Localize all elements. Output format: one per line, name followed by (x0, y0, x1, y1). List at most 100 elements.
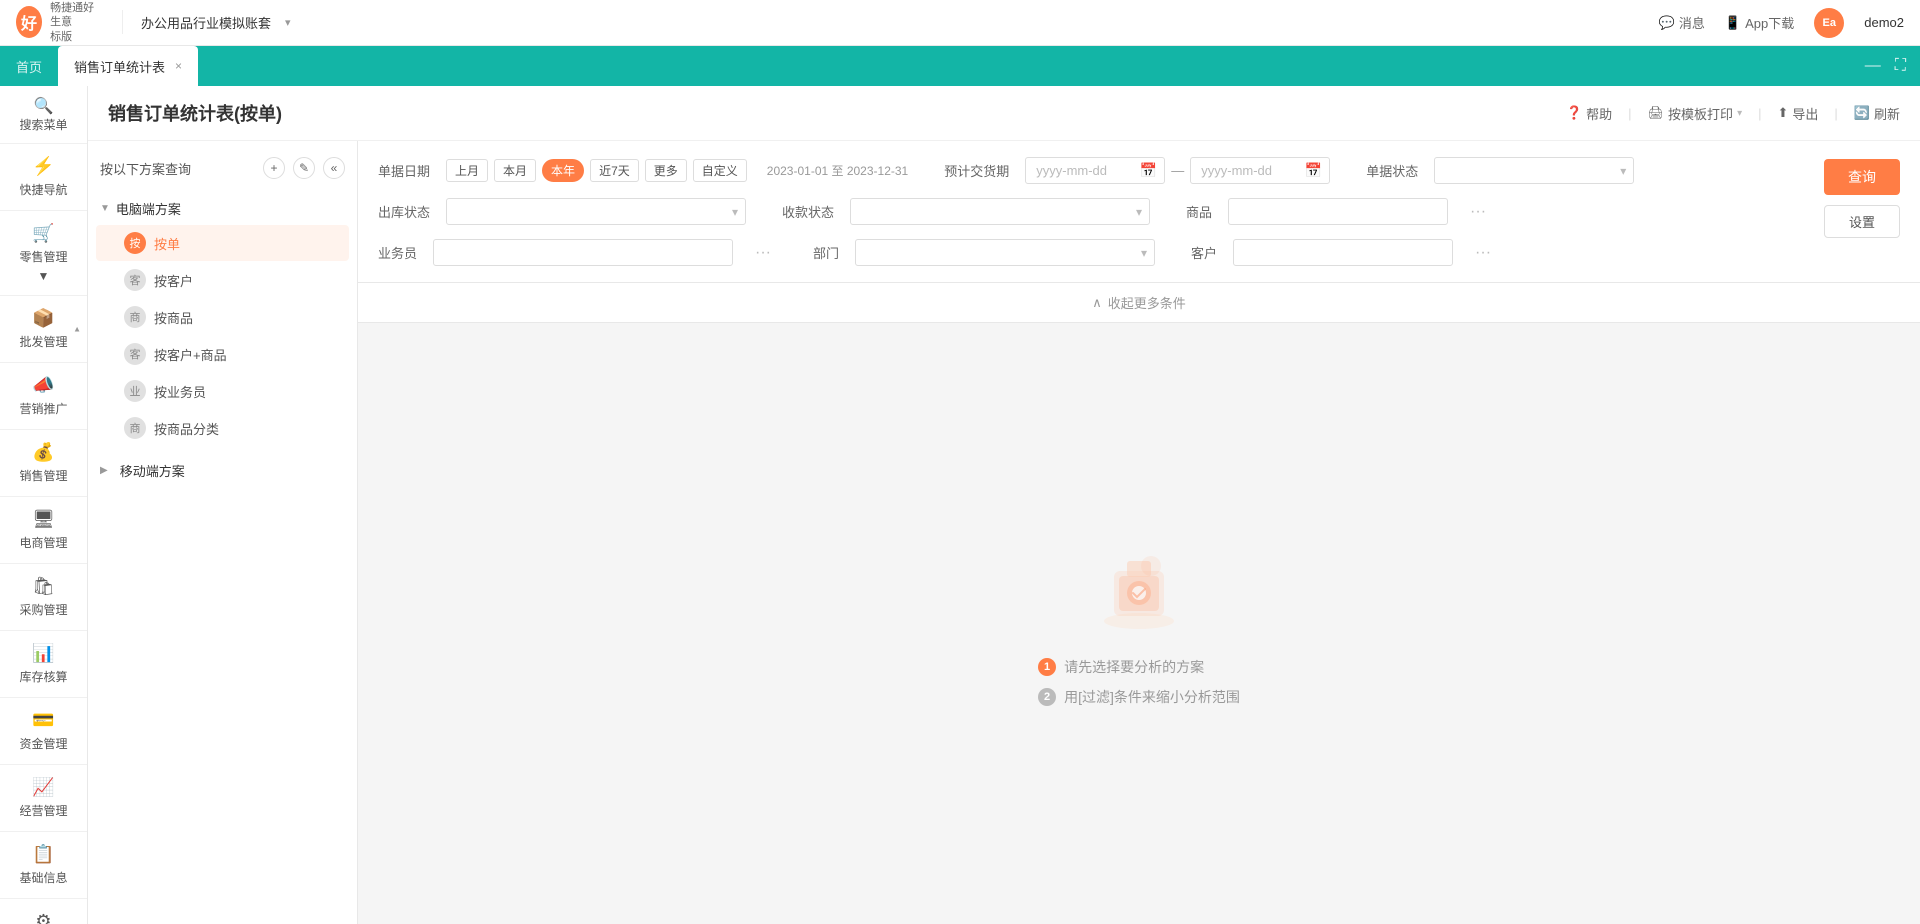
empty-tips: 1 请先选择要分析的方案 2 用[过滤]条件来缩小分析范围 (1038, 657, 1240, 707)
query-button[interactable]: 查询 (1824, 159, 1900, 195)
add-scheme-btn[interactable]: + (263, 157, 285, 179)
scheme-item-by-product[interactable]: 商 按商品 (96, 299, 349, 335)
sidebar-item-ecommerce[interactable]: 🖥 电商管理 (0, 497, 87, 564)
message-action[interactable]: 💬 消息 (1659, 13, 1705, 32)
print-btn[interactable]: 🖨 按模板打印 ▾ (1648, 104, 1743, 123)
tab-minimize-icon[interactable]: — (1861, 53, 1885, 79)
empty-tip-1: 1 请先选择要分析的方案 (1038, 657, 1240, 677)
sales-icon: 💰 (32, 442, 54, 463)
top-bar-right: 💬 消息 📱 App下载 Ea demo2 (1659, 8, 1904, 38)
tab-maximize-icon[interactable]: ⛶ (1891, 53, 1910, 79)
marketing-icon: 📣 (32, 375, 54, 396)
status-select[interactable] (1434, 157, 1634, 184)
customer-dots[interactable]: ··· (1469, 242, 1497, 264)
inventory-icon: 📊 (32, 643, 54, 664)
salesperson-input[interactable] (433, 239, 733, 266)
industry-dropdown-icon[interactable]: ▾ (285, 16, 291, 29)
empty-illustration (1089, 541, 1189, 641)
basic-icon: 📋 (32, 844, 54, 865)
scheme-item-by-salesperson[interactable]: 业 按业务员 (96, 373, 349, 409)
payment-status-label: 收款状态 (782, 202, 834, 221)
help-btn[interactable]: ❓ 帮助 (1566, 104, 1612, 123)
ds-custom[interactable]: 自定义 (693, 159, 747, 182)
ds-this-year[interactable]: 本年 (542, 159, 584, 182)
sidebar-quick-nav-label: 快捷导航 (19, 181, 67, 198)
sidebar-item-purchase[interactable]: 🛍 采购管理 (0, 564, 87, 631)
action-split-2: | (1758, 106, 1761, 121)
sidebar-search[interactable]: 🔍 搜索菜单 (0, 86, 87, 144)
sidebar-item-finance[interactable]: 💳 资金管理 (0, 698, 87, 765)
product-dots[interactable]: ··· (1464, 201, 1492, 223)
status-label: 单据状态 (1366, 161, 1418, 180)
department-select[interactable] (855, 239, 1155, 266)
app-download-action[interactable]: 📱 App下载 (1725, 13, 1794, 32)
tip-num-1: 1 (1038, 658, 1056, 676)
divider (122, 10, 123, 34)
by-category-label: 按商品分类 (154, 419, 219, 438)
product-label: 商品 (1186, 202, 1212, 221)
ds-more[interactable]: 更多 (645, 159, 687, 182)
sidebar-item-system[interactable]: ⚙ 系统管理 (0, 899, 87, 924)
desktop-group-label: 电脑端方案 (116, 199, 181, 218)
date-range-display: 2023-01-01 至 2023-12-31 (767, 162, 908, 179)
logo-icon: 好 (16, 6, 42, 38)
left-panel-icons: + ✎ « (263, 157, 345, 179)
department-label: 部门 (813, 243, 839, 262)
layout: 🔍 搜索菜单 ⚡ 快捷导航 🛒 零售管理 📦 批发管理 📣 营销推广 💰 销售管… (0, 86, 1920, 924)
ds-last-month[interactable]: 上月 (446, 159, 488, 182)
ds-last-7days[interactable]: 近7天 (590, 159, 639, 182)
sidebar-item-sales[interactable]: 💰 销售管理 (0, 430, 87, 497)
sidebar-item-retail[interactable]: 🛒 零售管理 (0, 211, 87, 296)
logo-text: 畅捷通好生意 标版 (50, 1, 104, 44)
by-customer-product-label: 按客户+商品 (154, 345, 227, 364)
sidebar-item-marketing[interactable]: 📣 营销推广 (0, 363, 87, 430)
edit-scheme-btn[interactable]: ✎ (293, 157, 315, 179)
ship-status-select[interactable] (446, 198, 746, 225)
by-order-label: 按单 (154, 234, 180, 253)
tab-close-icon[interactable]: × (175, 59, 182, 73)
payment-status-select[interactable] (850, 198, 1150, 225)
left-panel-header: 按以下方案查询 + ✎ « (88, 151, 357, 189)
salesperson-dots[interactable]: ··· (749, 242, 777, 264)
scheme-item-by-order[interactable]: 按 按单 (96, 225, 349, 261)
ds-this-month[interactable]: 本月 (494, 159, 536, 182)
top-bar-left: 好 畅捷通好生意 标版 办公用品行业模拟账套 ▾ (16, 1, 291, 44)
mobile-group-header[interactable]: ▶ 移动端方案 (88, 455, 357, 486)
action-split-3: | (1834, 106, 1837, 121)
expected-date-end[interactable] (1190, 157, 1330, 184)
refresh-btn[interactable]: 🔄 刷新 (1854, 104, 1900, 123)
sidebar-item-basic[interactable]: 📋 基础信息 (0, 832, 87, 899)
settings-button[interactable]: 设置 (1824, 205, 1900, 238)
user-name[interactable]: demo2 (1864, 15, 1904, 30)
department-select-wrap: ▾ (855, 239, 1155, 266)
customer-label: 客户 (1191, 243, 1217, 262)
collapse-panel-btn[interactable]: « (323, 157, 345, 179)
scheme-item-by-customer-product[interactable]: 客 按客户+商品 (96, 336, 349, 372)
sidebar-item-quick-nav[interactable]: ⚡ 快捷导航 (0, 144, 87, 211)
tip-2-text: 用[过滤]条件来缩小分析范围 (1064, 687, 1240, 707)
expected-date-start[interactable] (1025, 157, 1165, 184)
collapse-bar[interactable]: ∧ 收起更多条件 (358, 283, 1920, 323)
export-btn[interactable]: ⬆ 导出 (1777, 104, 1818, 123)
user-avatar[interactable]: Ea (1814, 8, 1844, 38)
scheme-item-by-category[interactable]: 商 按商品分类 (96, 410, 349, 446)
product-input[interactable] (1228, 198, 1448, 225)
avatar-text: Ea (1823, 17, 1836, 29)
sidebar-item-operations[interactable]: 📈 经营管理 (0, 765, 87, 832)
help-icon: ❓ (1566, 105, 1582, 121)
page-header-actions: ❓ 帮助 | 🖨 按模板打印 ▾ | ⬆ 导出 | 🔄 刷新 (1566, 104, 1900, 137)
ship-status-label: 出库状态 (378, 202, 430, 221)
export-label: 导出 (1792, 104, 1818, 123)
refresh-label: 刷新 (1874, 104, 1900, 123)
customer-input[interactable] (1233, 239, 1453, 266)
sidebar-item-wholesale[interactable]: 📦 批发管理 (0, 296, 87, 363)
desktop-group-header[interactable]: ▼ 电脑端方案 (88, 193, 357, 224)
industry-title[interactable]: 办公用品行业模拟账套 (141, 13, 271, 32)
action-area: 查询 设置 (1824, 157, 1900, 238)
app-label: App下载 (1745, 13, 1794, 32)
sidebar-item-inventory[interactable]: 📊 库存核算 (0, 631, 87, 698)
logo-area[interactable]: 好 畅捷通好生意 标版 (16, 1, 104, 44)
tab-home[interactable]: 首页 (0, 46, 58, 86)
tab-sales-order[interactable]: 销售订单统计表 × (58, 46, 198, 86)
scheme-item-by-customer[interactable]: 客 按客户 (96, 262, 349, 298)
